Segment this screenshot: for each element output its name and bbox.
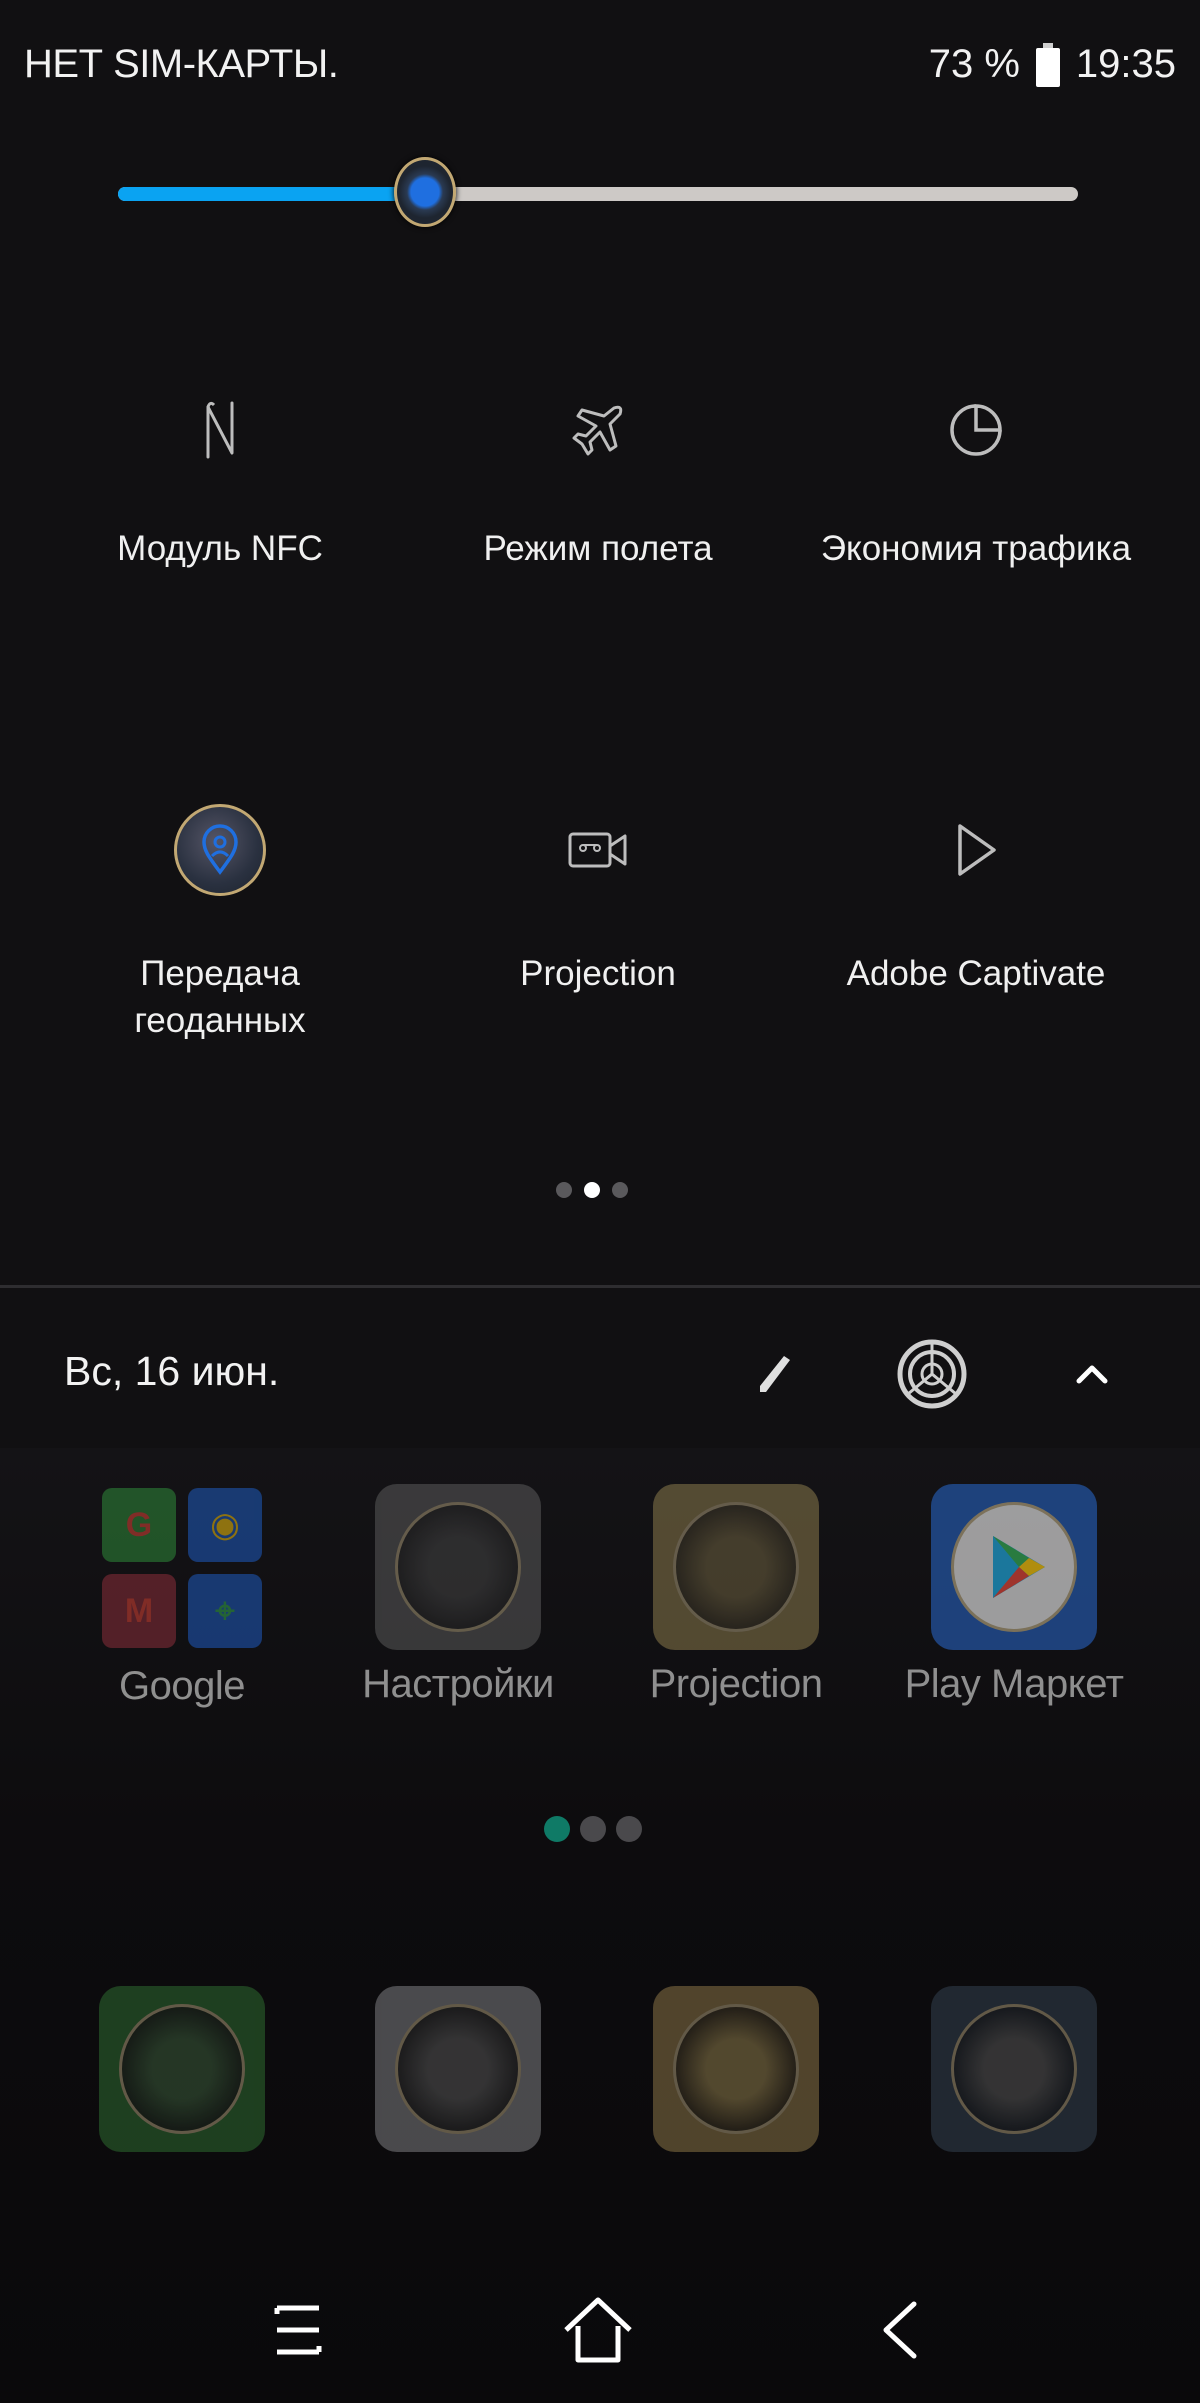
settings-app-icon	[375, 1484, 541, 1650]
settings-button[interactable]	[892, 1334, 972, 1414]
app-name: Настройки	[362, 1662, 554, 1706]
menu-button[interactable]	[258, 2290, 338, 2370]
tile-label: Передача геоданных	[30, 950, 410, 1044]
app-name: Play Маркет	[904, 1662, 1124, 1706]
play-icon	[786, 800, 1166, 900]
page-dot[interactable]	[580, 1816, 606, 1842]
pencil-icon	[760, 1356, 790, 1392]
page-dot-active[interactable]	[584, 1182, 600, 1198]
app-name: Projection	[649, 1662, 823, 1706]
dock-browser[interactable]	[894, 1986, 1134, 2152]
location-icon	[30, 800, 410, 900]
google-icon: G	[102, 1488, 176, 1562]
carrier-status: НЕТ SIM-КАРТЫ.	[24, 42, 339, 86]
app-folder-google[interactable]: G ◉ M ⌖ Google	[62, 1488, 302, 1709]
messages-icon	[653, 1986, 819, 2152]
folder-icon: G ◉ M ⌖	[102, 1488, 262, 1648]
tile-location[interactable]: Передача геоданных	[30, 800, 410, 1044]
tile-label: Режим полета	[483, 529, 713, 568]
dock-phone[interactable]	[62, 1986, 302, 2152]
play-market-icon	[931, 1484, 1097, 1650]
status-right: 73 % 19:35	[929, 42, 1176, 87]
battery-icon	[1035, 42, 1060, 87]
browser-icon	[931, 1986, 1097, 2152]
page-dot[interactable]	[556, 1182, 572, 1198]
dock-messages[interactable]	[616, 1986, 856, 2152]
edit-button[interactable]	[744, 1344, 804, 1404]
data-saver-icon	[786, 390, 1166, 470]
page-dot[interactable]	[612, 1182, 628, 1198]
slider-thumb[interactable]	[394, 157, 457, 227]
app-play-market[interactable]: Play Маркет	[894, 1484, 1134, 1707]
slider-fill	[118, 187, 426, 201]
battery-percent: 73 %	[928, 42, 1020, 86]
tiles-page-indicator	[556, 1182, 628, 1198]
page-dot-active[interactable]	[544, 1816, 570, 1842]
contacts-icon	[375, 1986, 541, 2152]
tile-adobe-captivate[interactable]: Adobe Captivate	[786, 800, 1166, 997]
tile-nfc[interactable]: Модуль NFC	[30, 390, 410, 572]
app-settings[interactable]: Настройки	[338, 1484, 578, 1707]
phone-icon	[99, 1986, 265, 2152]
app-name: Google	[119, 1664, 245, 1708]
tile-label: Projection	[520, 954, 676, 993]
back-icon	[883, 2301, 917, 2359]
back-button[interactable]	[860, 2290, 940, 2370]
page-dot[interactable]	[616, 1816, 642, 1842]
home-icon	[564, 2297, 632, 2363]
brightness-slider[interactable]	[118, 157, 1078, 227]
tile-label: Модуль NFC	[117, 529, 323, 568]
tile-label-line1: Передача	[140, 954, 300, 993]
gmail-icon: M	[102, 1574, 176, 1648]
maps-icon: ⌖	[188, 1574, 262, 1648]
date-label: Вс, 16 июн.	[64, 1348, 280, 1394]
tile-label-line2: геоданных	[134, 1001, 306, 1040]
settings-icon	[897, 1339, 967, 1409]
chevron-up-icon	[1076, 1365, 1108, 1384]
tile-data-saver[interactable]: Экономия трафика	[786, 390, 1166, 572]
menu-icon	[274, 2305, 322, 2355]
airplane-icon	[408, 390, 788, 470]
tile-airplane[interactable]: Режим полета	[408, 390, 788, 572]
collapse-button[interactable]	[1052, 1344, 1132, 1404]
projection-icon	[408, 800, 788, 900]
tile-label: Adobe Captivate	[846, 954, 1106, 993]
app-projection[interactable]: Projection	[616, 1484, 856, 1707]
dock-contacts[interactable]	[338, 1986, 578, 2152]
home-page-indicator	[544, 1816, 642, 1842]
nfc-icon	[30, 390, 410, 470]
projection-app-icon	[653, 1484, 819, 1650]
home-button[interactable]	[558, 2290, 638, 2370]
tile-label: Экономия трафика	[820, 529, 1132, 568]
chrome-icon: ◉	[188, 1488, 262, 1562]
divider	[0, 1285, 1200, 1288]
clock: 19:35	[1075, 42, 1176, 86]
tile-projection[interactable]: Projection	[408, 800, 788, 997]
